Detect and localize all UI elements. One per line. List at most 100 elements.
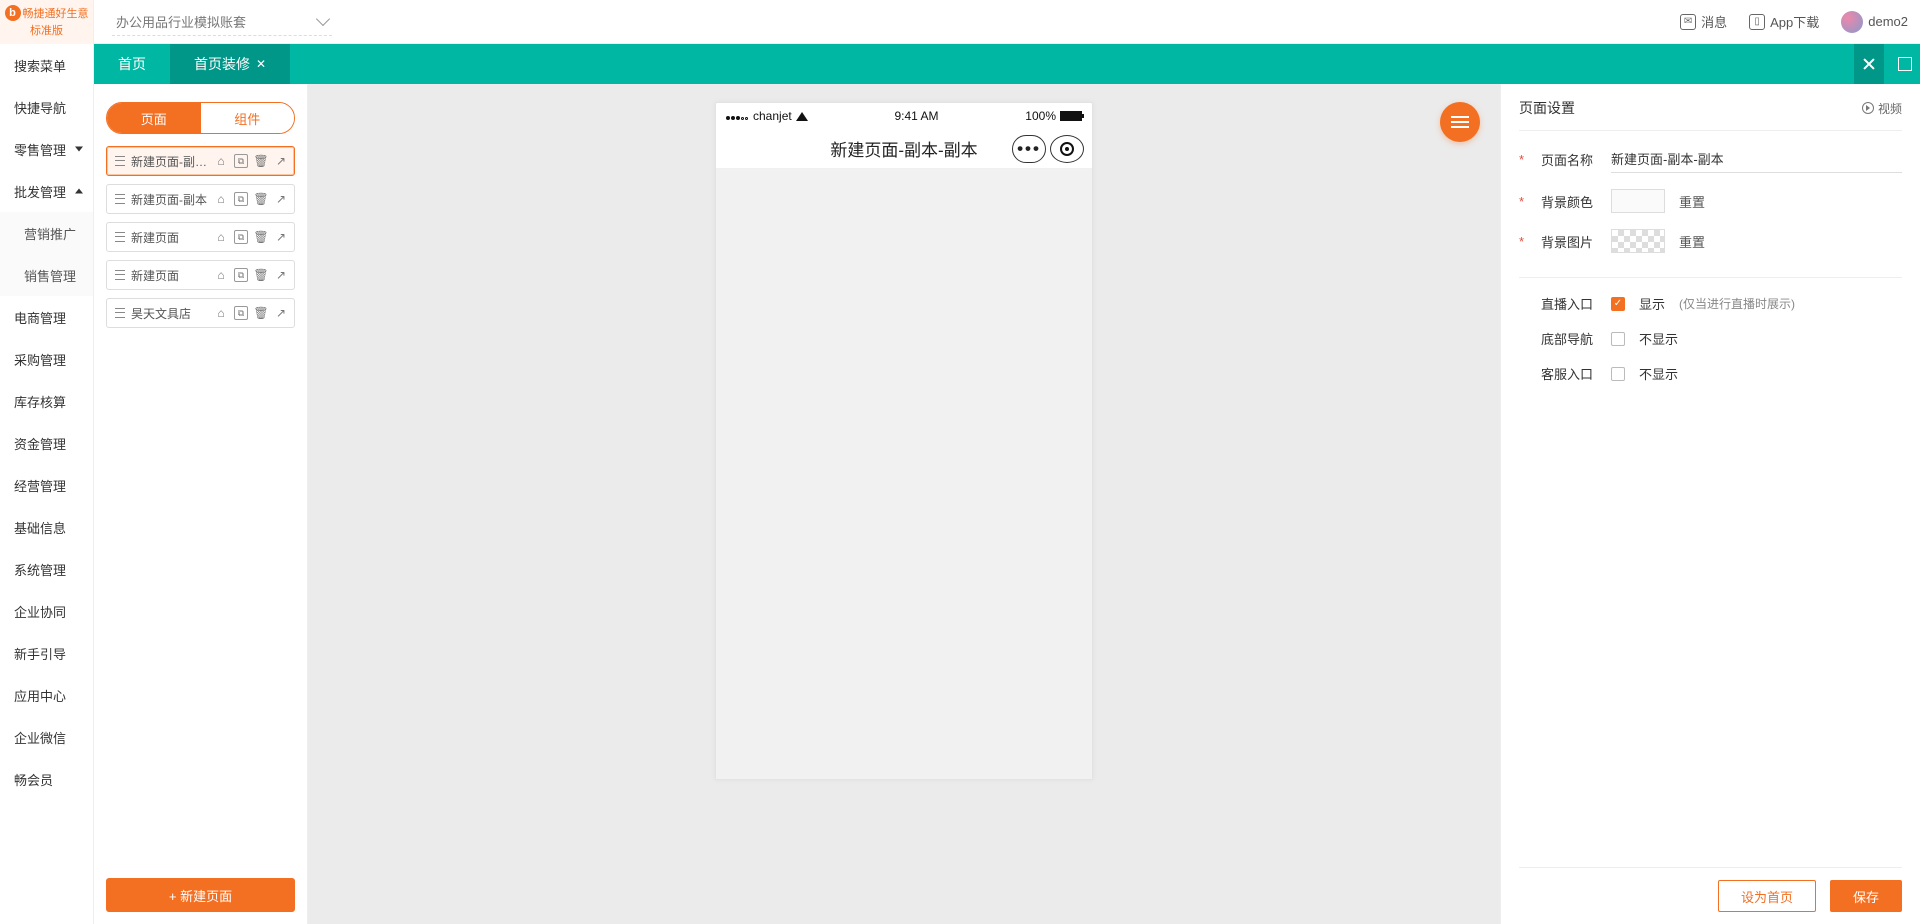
segment-label: 组件 — [234, 109, 260, 128]
delete-icon[interactable]: 🗑 — [254, 192, 268, 206]
app-download-button[interactable]: ▯ App下载 — [1749, 12, 1819, 31]
sidebar-item-system[interactable]: 系统管理 — [0, 548, 93, 590]
page-item[interactable]: 昊天文具店 ⌂ ⧉ 🗑 ↗ — [106, 298, 295, 328]
page-item-name: 新建页面-副本-副本 — [131, 153, 208, 170]
sidebar-item-label: 经营管理 — [14, 476, 66, 495]
sidebar-item-retail[interactable]: 零售管理 — [0, 128, 93, 170]
share-icon[interactable]: ↗ — [274, 230, 288, 244]
tab-home-decor[interactable]: 首页装修 ✕ — [170, 44, 290, 84]
miniprogram-close-button[interactable] — [1050, 135, 1084, 163]
copy-icon[interactable]: ⧉ — [234, 230, 248, 244]
sidebar-item-operations[interactable]: 经营管理 — [0, 464, 93, 506]
segment-label: 页面 — [141, 109, 167, 128]
home-icon[interactable]: ⌂ — [214, 306, 228, 320]
home-icon[interactable]: ⌂ — [214, 154, 228, 168]
page-item[interactable]: 新建页面-副本 ⌂ ⧉ 🗑 ↗ — [106, 184, 295, 214]
tab-label: 首页 — [118, 54, 146, 74]
miniprogram-menu-button[interactable]: ••• — [1012, 135, 1046, 163]
account-select-label: 办公用品行业模拟账套 — [116, 12, 246, 31]
hamburger-icon — [1451, 116, 1469, 118]
service-entry-checkbox[interactable] — [1611, 367, 1625, 381]
list-icon — [113, 232, 125, 242]
sidebar-item-basic-info[interactable]: 基础信息 — [0, 506, 93, 548]
bottom-nav-checkbox[interactable] — [1611, 332, 1625, 346]
bg-color-swatch[interactable] — [1611, 189, 1665, 213]
sidebar-item-funds[interactable]: 资金管理 — [0, 422, 93, 464]
messages-button[interactable]: ✉ 消息 — [1680, 12, 1727, 31]
bg-color-reset[interactable]: 重置 — [1679, 192, 1705, 211]
canvas: chanjet 9:41 AM 100% 新建页面-副本-副本 ••• — [308, 84, 1500, 924]
segment-component[interactable]: 组件 — [201, 103, 295, 133]
sidebar-item-label: 零售管理 — [14, 140, 66, 159]
user-menu[interactable]: demo2 — [1841, 11, 1908, 33]
sidebar-item-ecommerce[interactable]: 电商管理 — [0, 296, 93, 338]
tab-close-button[interactable] — [1854, 44, 1884, 84]
tab-fullscreen-button[interactable] — [1890, 44, 1920, 84]
play-icon — [1862, 102, 1874, 114]
video-help-link[interactable]: 视频 — [1862, 100, 1902, 117]
delete-icon[interactable]: 🗑 — [254, 306, 268, 320]
bottom-nav-label: 底部导航 — [1541, 329, 1597, 348]
home-icon[interactable]: ⌂ — [214, 192, 228, 206]
sidebar-item-label: 销售管理 — [24, 266, 76, 285]
pages-components-segment: 页面 组件 — [106, 102, 295, 134]
sidebar-item-wechat[interactable]: 企业微信 — [0, 716, 93, 758]
copy-icon[interactable]: ⧉ — [234, 154, 248, 168]
delete-icon[interactable]: 🗑 — [254, 154, 268, 168]
components-drawer-toggle[interactable] — [1440, 102, 1480, 142]
messages-label: 消息 — [1701, 12, 1727, 31]
divider — [1519, 277, 1902, 278]
page-settings-panel: 页面设置 视频 * 页面名称 * 背景颜色 重置 — [1500, 84, 1920, 924]
sidebar-item-search-menu[interactable]: 搜索菜单 — [0, 44, 93, 86]
share-icon[interactable]: ↗ — [274, 154, 288, 168]
sidebar-item-label: 采购管理 — [14, 350, 66, 369]
page-name-input[interactable] — [1611, 145, 1902, 173]
sidebar-item-inventory[interactable]: 库存核算 — [0, 380, 93, 422]
live-entry-checkbox[interactable]: ✓ — [1611, 297, 1625, 311]
phone-preview: chanjet 9:41 AM 100% 新建页面-副本-副本 ••• — [715, 102, 1093, 780]
sidebar-item-sales[interactable]: 销售管理 — [0, 254, 93, 296]
save-button[interactable]: 保存 — [1830, 880, 1902, 912]
sidebar-item-marketing[interactable]: 营销推广 — [0, 212, 93, 254]
copy-icon[interactable]: ⧉ — [234, 306, 248, 320]
share-icon[interactable]: ↗ — [274, 306, 288, 320]
bg-image-reset[interactable]: 重置 — [1679, 232, 1705, 251]
sidebar-item-member[interactable]: 畅会员 — [0, 758, 93, 800]
tab-label: 首页装修 — [194, 54, 250, 74]
sidebar-item-wholesale[interactable]: 批发管理 — [0, 170, 93, 212]
page-item[interactable]: 新建页面-副本-副本 ⌂ ⧉ 🗑 ↗ — [106, 146, 295, 176]
sidebar-item-app-center[interactable]: 应用中心 — [0, 674, 93, 716]
sidebar-item-guide[interactable]: 新手引导 — [0, 632, 93, 674]
set-home-button[interactable]: 设为首页 — [1718, 880, 1816, 912]
sidebar-item-quick-nav[interactable]: 快捷导航 — [0, 86, 93, 128]
tab-home[interactable]: 首页 — [94, 44, 170, 84]
page-item[interactable]: 新建页面 ⌂ ⧉ 🗑 ↗ — [106, 260, 295, 290]
page-item-name: 新建页面 — [131, 267, 208, 284]
sidebar-item-label: 企业协同 — [14, 602, 66, 621]
delete-icon[interactable]: 🗑 — [254, 268, 268, 282]
close-icon[interactable]: ✕ — [256, 57, 266, 71]
sidebar-item-label: 营销推广 — [24, 224, 76, 243]
share-icon[interactable]: ↗ — [274, 268, 288, 282]
copy-icon[interactable]: ⧉ — [234, 192, 248, 206]
live-entry-hint: (仅当进行直播时展示) — [1679, 295, 1795, 312]
home-icon[interactable]: ⌂ — [214, 230, 228, 244]
new-page-button[interactable]: + 新建页面 — [106, 878, 295, 912]
brand-name: 畅捷通好生意 — [23, 5, 89, 21]
sidebar: 搜索菜单 快捷导航 零售管理 批发管理 营销推广 销售管理 电商管理 采购管理 … — [0, 44, 94, 924]
sidebar-item-label: 电商管理 — [14, 308, 66, 327]
home-icon[interactable]: ⌂ — [214, 268, 228, 282]
sidebar-item-label: 搜索菜单 — [14, 56, 66, 75]
live-entry-show-text: 显示 — [1639, 294, 1665, 313]
account-select[interactable]: 办公用品行业模拟账套 — [112, 8, 332, 36]
sidebar-item-purchase[interactable]: 采购管理 — [0, 338, 93, 380]
delete-icon[interactable]: 🗑 — [254, 230, 268, 244]
share-icon[interactable]: ↗ — [274, 192, 288, 206]
service-entry-text: 不显示 — [1639, 364, 1678, 383]
bg-image-swatch[interactable] — [1611, 229, 1665, 253]
sidebar-item-collab[interactable]: 企业协同 — [0, 590, 93, 632]
page-item[interactable]: 新建页面 ⌂ ⧉ 🗑 ↗ — [106, 222, 295, 252]
username-label: demo2 — [1868, 14, 1908, 29]
segment-page[interactable]: 页面 — [107, 103, 201, 133]
copy-icon[interactable]: ⧉ — [234, 268, 248, 282]
